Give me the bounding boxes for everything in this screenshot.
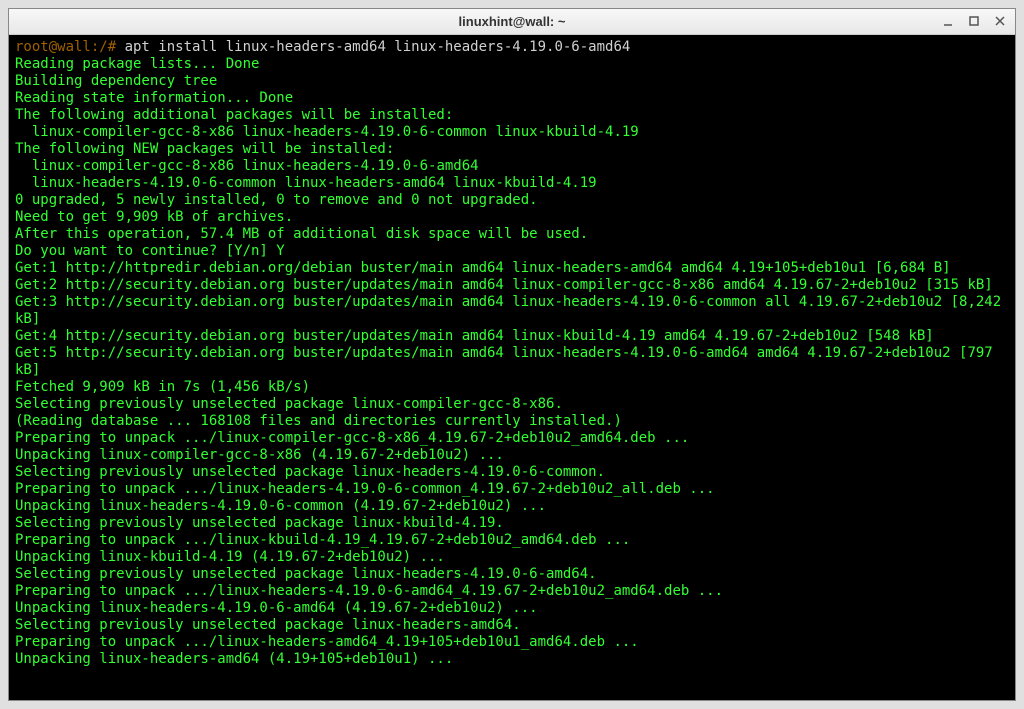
terminal-line: Fetched 9,909 kB in 7s (1,456 kB/s) <box>15 379 1009 396</box>
terminal-line: Get:3 http://security.debian.org buster/… <box>15 294 1009 328</box>
maximize-button[interactable] <box>965 12 983 30</box>
terminal-line: Preparing to unpack .../linux-kbuild-4.1… <box>15 532 1009 549</box>
terminal-line: Unpacking linux-kbuild-4.19 (4.19.67-2+d… <box>15 549 1009 566</box>
terminal-line: Unpacking linux-headers-amd64 (4.19+105+… <box>15 651 1009 668</box>
prompt-path: :/# <box>91 39 125 55</box>
terminal-line: linux-compiler-gcc-8-x86 linux-headers-4… <box>15 124 1009 141</box>
terminal-line: Unpacking linux-headers-4.19.0-6-common … <box>15 498 1009 515</box>
terminal-line: Get:5 http://security.debian.org buster/… <box>15 345 1009 379</box>
terminal-line: Do you want to continue? [Y/n] Y <box>15 243 1009 260</box>
terminal-line: The following NEW packages will be insta… <box>15 141 1009 158</box>
terminal-line: Need to get 9,909 kB of archives. <box>15 209 1009 226</box>
terminal-line: Selecting previously unselected package … <box>15 464 1009 481</box>
prompt-user-host: root@wall <box>15 39 91 55</box>
terminal-line: Selecting previously unselected package … <box>15 396 1009 413</box>
terminal-line: Preparing to unpack .../linux-headers-4.… <box>15 481 1009 498</box>
titlebar[interactable]: linuxhint@wall: ~ <box>9 9 1015 35</box>
maximize-icon <box>968 15 980 27</box>
terminal-line: Building dependency tree <box>15 73 1009 90</box>
terminal-line: Selecting previously unselected package … <box>15 566 1009 583</box>
terminal-output: Reading package lists... DoneBuilding de… <box>15 56 1009 668</box>
minimize-button[interactable] <box>939 12 957 30</box>
terminal-line: Get:4 http://security.debian.org buster/… <box>15 328 1009 345</box>
terminal-line: Get:1 http://httpredir.debian.org/debian… <box>15 260 1009 277</box>
prompt-line: root@wall:/# apt install linux-headers-a… <box>15 39 1009 56</box>
terminal-line: Reading state information... Done <box>15 90 1009 107</box>
close-button[interactable] <box>991 12 1009 30</box>
terminal-line: linux-headers-4.19.0-6-common linux-head… <box>15 175 1009 192</box>
window-controls <box>939 12 1009 30</box>
terminal-body[interactable]: root@wall:/# apt install linux-headers-a… <box>9 35 1015 700</box>
terminal-line: The following additional packages will b… <box>15 107 1009 124</box>
minimize-icon <box>942 15 954 27</box>
terminal-line: 0 upgraded, 5 newly installed, 0 to remo… <box>15 192 1009 209</box>
terminal-line: Unpacking linux-compiler-gcc-8-x86 (4.19… <box>15 447 1009 464</box>
prompt-command: apt install linux-headers-amd64 linux-he… <box>125 39 631 55</box>
terminal-line: Reading package lists... Done <box>15 56 1009 73</box>
terminal-line: Preparing to unpack .../linux-headers-am… <box>15 634 1009 651</box>
terminal-line: After this operation, 57.4 MB of additio… <box>15 226 1009 243</box>
terminal-line: (Reading database ... 168108 files and d… <box>15 413 1009 430</box>
terminal-line: Get:2 http://security.debian.org buster/… <box>15 277 1009 294</box>
terminal-line: Preparing to unpack .../linux-compiler-g… <box>15 430 1009 447</box>
terminal-line: Selecting previously unselected package … <box>15 617 1009 634</box>
terminal-window: linuxhint@wall: ~ root@wall:/# apt insta… <box>8 8 1016 701</box>
terminal-line: Selecting previously unselected package … <box>15 515 1009 532</box>
window-title: linuxhint@wall: ~ <box>459 14 566 29</box>
terminal-line: Unpacking linux-headers-4.19.0-6-amd64 (… <box>15 600 1009 617</box>
terminal-line: Preparing to unpack .../linux-headers-4.… <box>15 583 1009 600</box>
terminal-line: linux-compiler-gcc-8-x86 linux-headers-4… <box>15 158 1009 175</box>
close-icon <box>994 15 1006 27</box>
